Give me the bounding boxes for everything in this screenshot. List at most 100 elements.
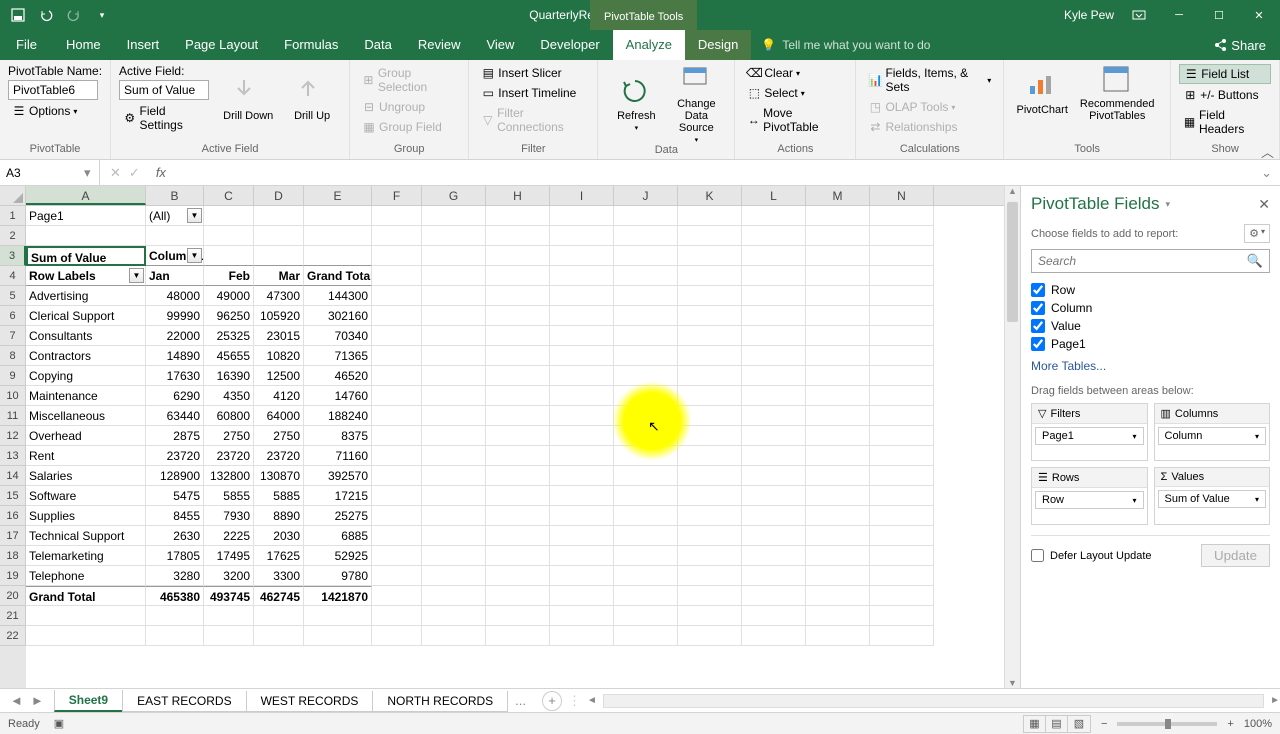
- cell[interactable]: [486, 286, 550, 306]
- field-search-input[interactable]: [1038, 254, 1247, 268]
- sheet-ellipsis[interactable]: ...: [507, 693, 534, 708]
- cell[interactable]: 12500: [254, 366, 304, 386]
- cell[interactable]: Overhead: [26, 426, 146, 446]
- cell[interactable]: [806, 206, 870, 226]
- cell[interactable]: [614, 206, 678, 226]
- cell[interactable]: [742, 246, 806, 266]
- cell[interactable]: [870, 486, 934, 506]
- cell[interactable]: [486, 586, 550, 606]
- cell[interactable]: 462745: [254, 586, 304, 606]
- cell[interactable]: [806, 226, 870, 246]
- cell[interactable]: [372, 606, 422, 626]
- cell[interactable]: Row Labels▼: [26, 266, 146, 286]
- filters-area[interactable]: ▽Filters Page1▾: [1031, 403, 1148, 461]
- cell[interactable]: [422, 406, 486, 426]
- cell[interactable]: [806, 566, 870, 586]
- cell[interactable]: [806, 526, 870, 546]
- sheet-tab-active[interactable]: Sheet9: [54, 690, 123, 712]
- name-box-input[interactable]: [0, 166, 80, 180]
- cell[interactable]: [422, 446, 486, 466]
- cell[interactable]: 17215: [304, 486, 372, 506]
- cell[interactable]: [422, 206, 486, 226]
- cell[interactable]: [614, 586, 678, 606]
- cell[interactable]: [678, 366, 742, 386]
- cell[interactable]: [678, 206, 742, 226]
- cell[interactable]: Supplies: [26, 506, 146, 526]
- cell[interactable]: [870, 246, 934, 266]
- tab-design[interactable]: Design: [685, 30, 751, 60]
- fx-icon[interactable]: fx: [150, 165, 172, 180]
- cell[interactable]: [678, 346, 742, 366]
- cell[interactable]: 132800: [204, 466, 254, 486]
- filter-dropdown-icon[interactable]: ▼: [187, 248, 202, 263]
- cell[interactable]: [550, 426, 614, 446]
- cell[interactable]: [422, 266, 486, 286]
- page-layout-view-button[interactable]: ▤: [1046, 716, 1068, 732]
- cell[interactable]: [486, 506, 550, 526]
- column-header[interactable]: A: [26, 186, 146, 205]
- cell[interactable]: [806, 286, 870, 306]
- cell[interactable]: [806, 306, 870, 326]
- column-header[interactable]: G: [422, 186, 486, 205]
- field-label[interactable]: Value: [1051, 319, 1081, 333]
- cell[interactable]: [372, 306, 422, 326]
- cell[interactable]: [486, 486, 550, 506]
- row-header[interactable]: 17: [0, 526, 26, 546]
- cell[interactable]: 465380: [146, 586, 204, 606]
- cell[interactable]: Miscellaneous: [26, 406, 146, 426]
- field-checkbox[interactable]: [1031, 319, 1045, 333]
- clear-button[interactable]: ⌫Clear ▾: [743, 64, 847, 82]
- cell[interactable]: 493745: [204, 586, 254, 606]
- active-field-input[interactable]: [119, 80, 209, 100]
- cell[interactable]: [422, 346, 486, 366]
- cell[interactable]: 144300: [304, 286, 372, 306]
- cell[interactable]: [870, 586, 934, 606]
- cell[interactable]: 23720: [146, 446, 204, 466]
- zoom-level[interactable]: 100%: [1244, 718, 1272, 730]
- tab-analyze[interactable]: Analyze: [613, 30, 685, 60]
- cell[interactable]: [550, 526, 614, 546]
- cell[interactable]: 1421870: [304, 586, 372, 606]
- cell[interactable]: [614, 286, 678, 306]
- cell[interactable]: [678, 506, 742, 526]
- cell[interactable]: 2030: [254, 526, 304, 546]
- cell[interactable]: Contractors: [26, 346, 146, 366]
- cell[interactable]: 52925: [304, 546, 372, 566]
- cell[interactable]: [806, 586, 870, 606]
- cell[interactable]: Jan: [146, 266, 204, 286]
- cell[interactable]: [742, 226, 806, 246]
- cell[interactable]: [422, 326, 486, 346]
- cell[interactable]: [254, 246, 304, 266]
- insert-timeline-button[interactable]: ▭Insert Timeline: [477, 84, 589, 102]
- cell[interactable]: [372, 486, 422, 506]
- hscroll-right-icon[interactable]: ►: [1270, 695, 1280, 706]
- cell[interactable]: [742, 326, 806, 346]
- cell[interactable]: [806, 326, 870, 346]
- cell[interactable]: 14760: [304, 386, 372, 406]
- cell[interactable]: [550, 266, 614, 286]
- cell[interactable]: Page1: [26, 206, 146, 226]
- cell[interactable]: [678, 306, 742, 326]
- pivotchart-button[interactable]: PivotChart: [1012, 64, 1072, 122]
- cell[interactable]: 8455: [146, 506, 204, 526]
- cell[interactable]: [304, 626, 372, 646]
- cell[interactable]: [678, 546, 742, 566]
- cell[interactable]: [870, 266, 934, 286]
- row-header[interactable]: 3: [0, 246, 26, 266]
- cell[interactable]: [742, 346, 806, 366]
- cell[interactable]: [422, 626, 486, 646]
- cell[interactable]: [870, 566, 934, 586]
- fields-items-sets-button[interactable]: 📊Fields, Items, & Sets ▾: [864, 64, 995, 96]
- area-item-columns[interactable]: Column▾: [1158, 427, 1267, 445]
- cell[interactable]: [422, 526, 486, 546]
- cell[interactable]: 7930: [204, 506, 254, 526]
- cell[interactable]: [422, 606, 486, 626]
- row-header[interactable]: 14: [0, 466, 26, 486]
- cell[interactable]: [614, 566, 678, 586]
- cell[interactable]: Software: [26, 486, 146, 506]
- cell[interactable]: [422, 546, 486, 566]
- cell[interactable]: [372, 466, 422, 486]
- cell[interactable]: 17625: [254, 546, 304, 566]
- cell[interactable]: [372, 246, 422, 266]
- cell[interactable]: [550, 366, 614, 386]
